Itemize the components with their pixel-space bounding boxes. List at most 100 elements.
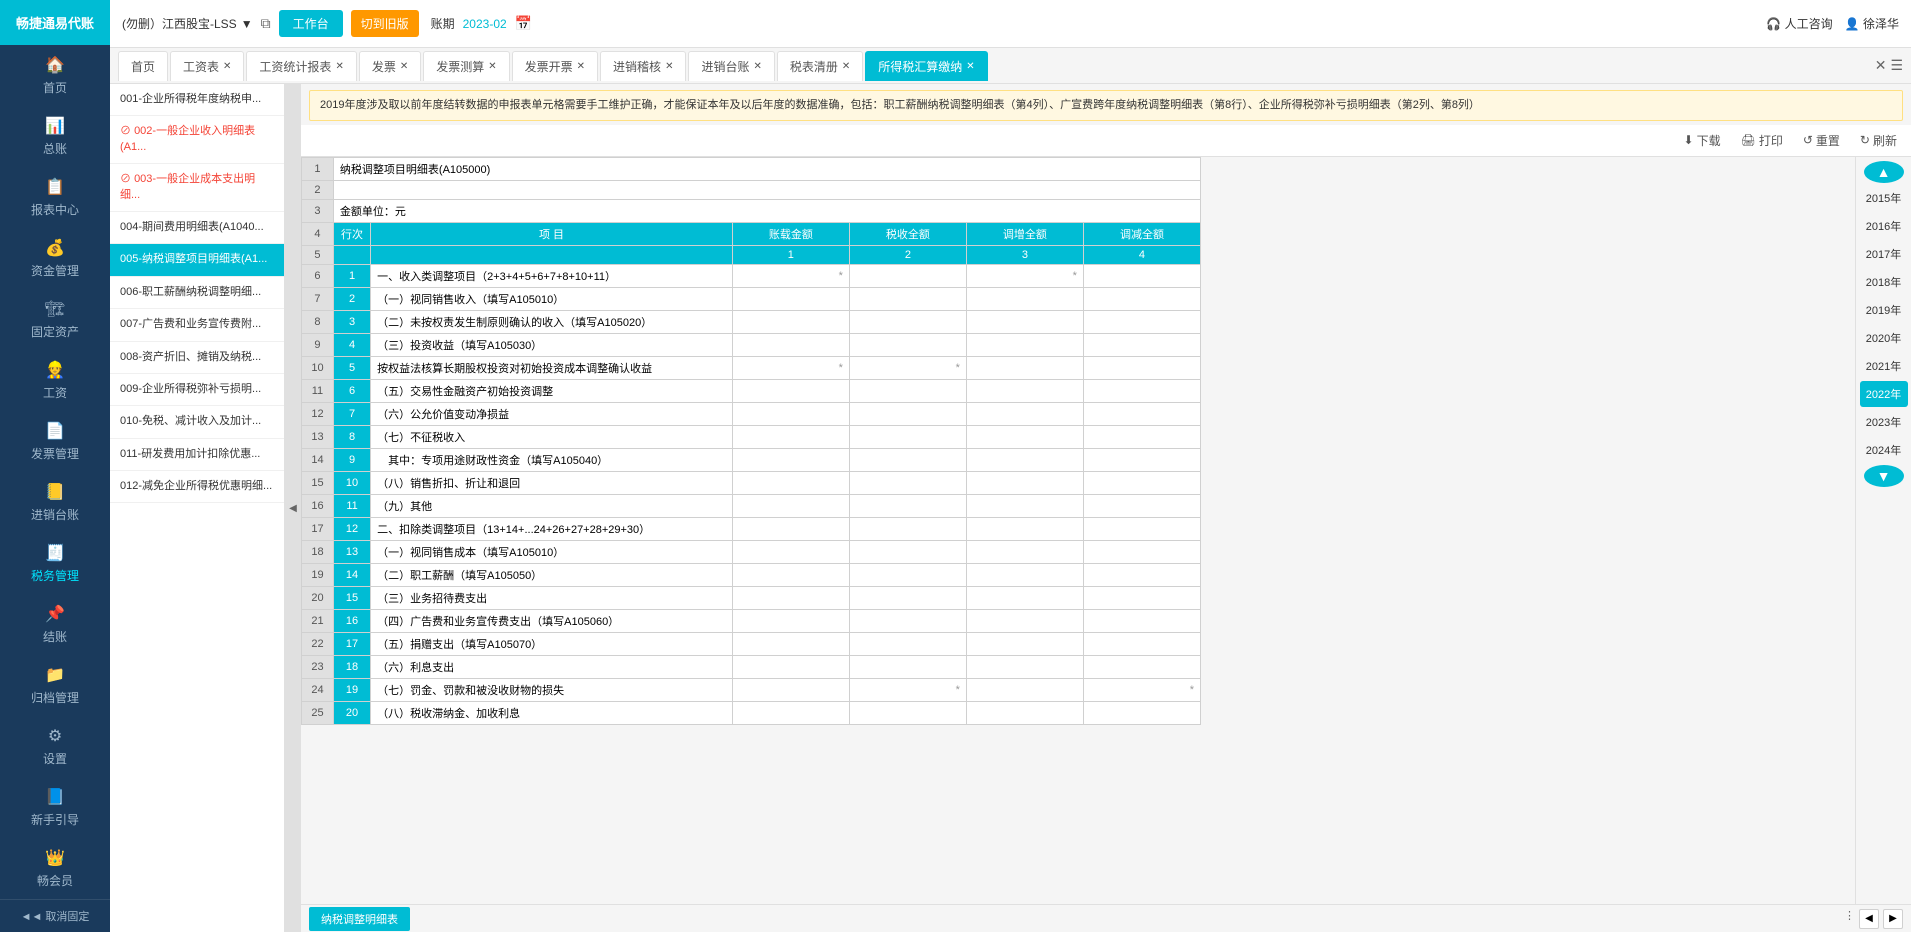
data-cell[interactable] (966, 356, 1083, 379)
data-cell[interactable] (849, 540, 966, 563)
tab-invoice[interactable]: 发票 ✕ (359, 51, 421, 81)
data-cell[interactable] (732, 609, 849, 632)
data-cell[interactable] (1083, 471, 1200, 494)
data-cell[interactable] (1083, 517, 1200, 540)
data-cell[interactable]: * (849, 678, 966, 701)
data-cell[interactable] (966, 494, 1083, 517)
data-cell[interactable] (966, 540, 1083, 563)
data-cell[interactable] (966, 517, 1083, 540)
data-cell[interactable] (732, 701, 849, 724)
year-2015[interactable]: 2015年 (1860, 185, 1908, 211)
year-2018[interactable]: 2018年 (1860, 269, 1908, 295)
tab-ledger-close[interactable]: ✕ (753, 61, 761, 72)
data-cell[interactable]: * (1083, 678, 1200, 701)
data-cell[interactable] (966, 563, 1083, 586)
data-cell[interactable] (1083, 264, 1200, 287)
left-item-002[interactable]: ⊘ 002-一般企业收入明细表(A1... (110, 116, 284, 164)
data-cell[interactable] (1083, 540, 1200, 563)
data-cell[interactable] (966, 333, 1083, 356)
workbench-button[interactable]: 工作台 (279, 10, 343, 37)
tab-income-tax-close[interactable]: ✕ (966, 61, 974, 72)
tab-ledger[interactable]: 进销台账 ✕ (688, 51, 774, 81)
sidebar-item-archive[interactable]: 📁 归档管理 (0, 655, 110, 716)
data-cell[interactable]: * (732, 264, 849, 287)
data-cell[interactable] (849, 425, 966, 448)
left-item-003[interactable]: ⊘ 003-一般企业成本支出明细... (110, 164, 284, 212)
scroll-right-button[interactable]: ▶ (1883, 909, 1903, 929)
data-cell[interactable] (732, 425, 849, 448)
data-cell[interactable] (1083, 563, 1200, 586)
data-cell[interactable] (1083, 356, 1200, 379)
user-avatar[interactable]: 👤 徐泽华 (1845, 15, 1899, 32)
data-cell[interactable] (1083, 609, 1200, 632)
tab-income-tax[interactable]: 所得税汇算缴纳 ✕ (865, 51, 987, 81)
data-cell[interactable] (732, 678, 849, 701)
tab-invoice-open[interactable]: 发票开票 ✕ (512, 51, 598, 81)
data-cell[interactable] (849, 448, 966, 471)
left-item-005[interactable]: 005-纳税调整项目明细表(A1... (110, 244, 284, 276)
tab-home[interactable]: 首页 (118, 51, 168, 81)
data-cell[interactable] (966, 448, 1083, 471)
period-value[interactable]: 2023-02 (463, 17, 507, 31)
download-button[interactable]: ⬇ 下载 (1678, 129, 1727, 152)
left-item-007[interactable]: 007-广告费和业务宣传费附... (110, 309, 284, 341)
left-item-006[interactable]: 006-职工薪酬纳税调整明细... (110, 277, 284, 309)
data-cell[interactable] (849, 655, 966, 678)
tab-salary[interactable]: 工资表 ✕ (170, 51, 244, 81)
data-cell[interactable] (732, 402, 849, 425)
year-up-button[interactable]: ▲ (1864, 161, 1904, 183)
data-cell[interactable] (1083, 494, 1200, 517)
sidebar-item-finance[interactable]: 💰 资金管理 (0, 228, 110, 289)
data-cell[interactable]: * (966, 264, 1083, 287)
data-cell[interactable] (732, 333, 849, 356)
data-cell[interactable] (732, 540, 849, 563)
sidebar-item-tax[interactable]: 🧾 税务管理 (0, 533, 110, 594)
panel-collapse-button[interactable]: ◀ (285, 84, 301, 932)
data-cell[interactable] (1083, 701, 1200, 724)
year-2017[interactable]: 2017年 (1860, 241, 1908, 267)
data-cell[interactable] (849, 402, 966, 425)
data-cell[interactable] (966, 379, 1083, 402)
data-cell[interactable] (849, 333, 966, 356)
year-down-button[interactable]: ▼ (1864, 465, 1904, 487)
data-cell[interactable] (849, 379, 966, 402)
old-version-button[interactable]: 切到旧版 (351, 10, 419, 37)
data-cell[interactable] (1083, 310, 1200, 333)
tab-audit-close[interactable]: ✕ (665, 61, 673, 72)
tab-invoice-close[interactable]: ✕ (400, 61, 408, 72)
data-cell[interactable] (966, 586, 1083, 609)
data-cell[interactable] (1083, 425, 1200, 448)
scroll-left-button[interactable]: ◀ (1859, 909, 1879, 929)
left-item-011[interactable]: 011-研发费用加计扣除优惠... (110, 439, 284, 471)
sidebar-item-guide[interactable]: 📘 新手引导 (0, 777, 110, 838)
data-cell[interactable] (849, 701, 966, 724)
data-cell[interactable] (1083, 402, 1200, 425)
sidebar-item-home[interactable]: 🏠 首页 (0, 45, 110, 106)
year-2022[interactable]: 2022年 (1860, 381, 1908, 407)
data-cell[interactable]: * (732, 356, 849, 379)
copy-icon[interactable]: ⧉ (261, 15, 271, 32)
sidebar-item-report[interactable]: 📋 报表中心 (0, 167, 110, 228)
bottom-tab-item[interactable]: 纳税调整明细表 (309, 907, 410, 931)
data-cell[interactable] (1083, 655, 1200, 678)
year-2016[interactable]: 2016年 (1860, 213, 1908, 239)
data-cell[interactable] (732, 655, 849, 678)
data-cell[interactable] (966, 287, 1083, 310)
data-cell[interactable] (849, 609, 966, 632)
data-cell[interactable] (849, 494, 966, 517)
sidebar-item-member[interactable]: 👑 畅会员 (0, 838, 110, 899)
sidebar-item-invoice[interactable]: 📄 发票管理 (0, 411, 110, 472)
sidebar-item-settings[interactable]: ⚙ 设置 (0, 716, 110, 777)
data-cell[interactable] (966, 402, 1083, 425)
data-cell[interactable] (966, 678, 1083, 701)
data-cell[interactable] (1083, 448, 1200, 471)
tab-tax-list-close[interactable]: ✕ (842, 61, 850, 72)
data-cell[interactable]: * (849, 356, 966, 379)
data-cell[interactable] (1083, 333, 1200, 356)
year-2023[interactable]: 2023年 (1860, 409, 1908, 435)
data-cell[interactable] (849, 586, 966, 609)
data-cell[interactable] (849, 287, 966, 310)
data-cell[interactable] (966, 701, 1083, 724)
data-cell[interactable] (966, 632, 1083, 655)
data-cell[interactable] (849, 310, 966, 333)
